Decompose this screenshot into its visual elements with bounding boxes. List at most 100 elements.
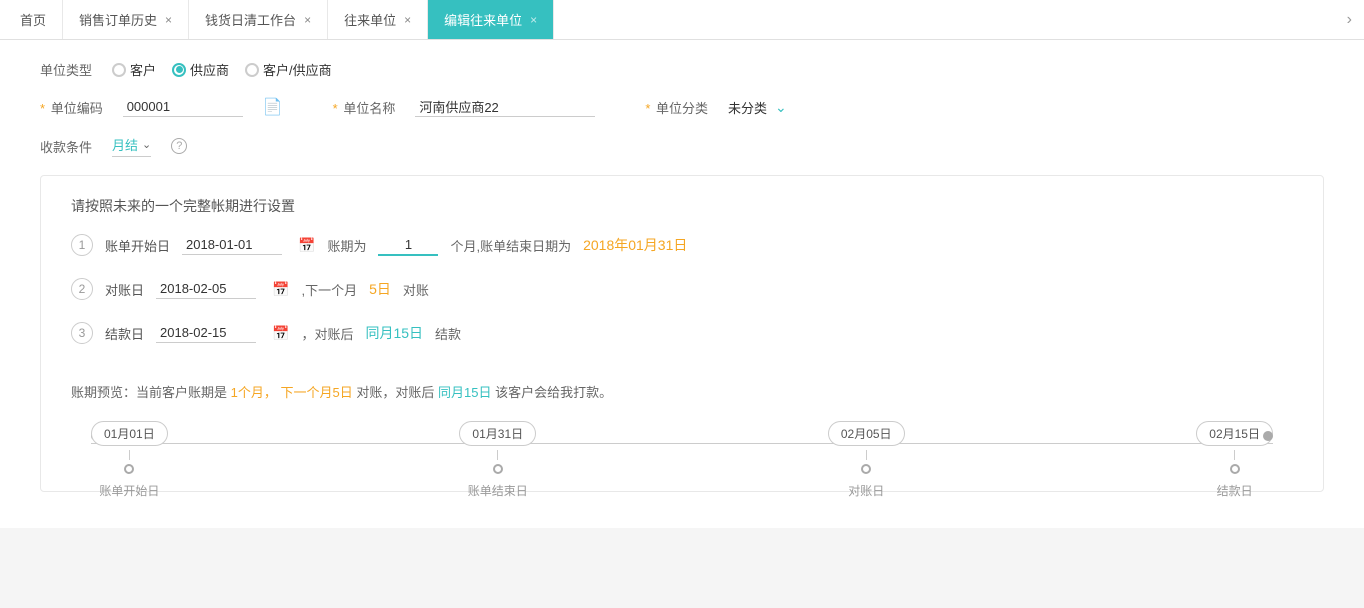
payment-cond-chevron-icon: ⌄ [142,138,151,151]
timeline-stem-2 [497,450,498,460]
timeline-label-2: 账单结束日 [468,482,528,499]
tab-partner[interactable]: 往来单位 × [328,0,428,39]
step-3-label: 结款日 [105,324,144,343]
unit-code-input[interactable] [123,97,243,117]
tab-edit-partner-close[interactable]: × [530,13,537,27]
step-1-suffix1: 账期为 [327,236,366,255]
payment-settings-section: 请按照未来的一个完整帐期进行设置 1 账单开始日 📅 账期为 个月,账单结束日期… [40,175,1324,492]
unit-name-label: * 单位名称 [333,98,396,117]
radio-both-label: 客户/供应商 [263,60,332,79]
step-2-num: 2 [71,278,93,300]
payment-help-icon[interactable]: ? [171,138,187,154]
radio-group-unit-type: 客户 供应商 客户/供应商 [112,60,332,79]
tab-cash-work-label: 钱货日清工作台 [205,10,296,29]
timeline-stem-3 [866,450,867,460]
unit-name-input[interactable] [415,97,595,117]
radio-supplier-label: 供应商 [190,60,229,79]
tab-more-button[interactable]: › [1335,0,1364,39]
unit-classify-dropdown[interactable]: 未分类 ⌄ [728,98,888,117]
timeline-node-1: 01月01日 账单开始日 [91,421,168,499]
step-3-highlight2: 同月15日 [365,323,423,343]
step-1-suffix2: 个月,账单结束日期为 [450,236,571,255]
timeline-node-2: 01月31日 账单结束日 [459,421,536,499]
unit-classify-value: 未分类 [728,98,767,117]
step-1-cal-icon[interactable]: 📅 [298,237,315,254]
tabs-bar: 首页 销售订单历史 × 钱货日清工作台 × 往来单位 × 编辑往来单位 × › [0,0,1364,40]
timeline-stem-1 [129,450,130,460]
tab-partner-close[interactable]: × [404,13,411,27]
tab-partner-label: 往来单位 [344,10,396,29]
step-3-suffix2: 结款 [435,324,461,343]
step-2-suffix2: 对账 [403,280,429,299]
tab-sales-history[interactable]: 销售订单历史 × [63,0,189,39]
preview-middle: 对账，对账后 [356,385,434,400]
unit-type-row: 单位类型 客户 供应商 客户/供应商 [40,60,1324,79]
timeline-badge-1: 01月01日 [91,421,168,446]
step-2-highlight1: 5日 [369,279,391,299]
radio-customer[interactable]: 客户 [112,60,156,79]
step-1-end-date: 2018年01月31日 [583,235,687,255]
required-star-classify: * [645,101,650,116]
tab-edit-partner-label: 编辑往来单位 [444,10,522,29]
step-2-row: 2 对账日 📅 ,下一个月 5日 对账 [71,278,1293,300]
payment-cond-row: 收款条件 月结 ⌄ ? [40,135,1324,157]
step-3-prefix: ，对账后 [301,324,353,343]
radio-customer-circle [112,63,126,77]
radio-supplier-circle [172,63,186,77]
radio-supplier[interactable]: 供应商 [172,60,229,79]
main-content: 单位类型 客户 供应商 客户/供应商 * 单位编码 📄 * 单位名称 [0,40,1364,528]
preview-text: 账期预览：当前客户账期是 1个月， 下一个月5日 对账，对账后 同月15日 该客… [71,382,1293,401]
step-2-prefix: ,下一个月 [301,280,357,299]
timeline-nodes: 01月01日 账单开始日 01月31日 账单结束日 02月05日 [91,421,1273,499]
tab-edit-partner[interactable]: 编辑往来单位 × [428,0,554,39]
timeline-right-dot [1263,431,1273,441]
step-1-date-input[interactable] [182,235,282,255]
required-star-name: * [333,101,338,116]
preview-part2: 下一个月5日 [281,385,353,400]
step-1-row: 1 账单开始日 📅 账期为 个月,账单结束日期为 2018年01月31日 [71,234,1293,256]
tab-cash-work-close[interactable]: × [304,13,311,27]
timeline-badge-2: 01月31日 [459,421,536,446]
tab-sales-history-close[interactable]: × [165,13,172,27]
unit-code-doc-icon[interactable]: 📄 [263,97,283,117]
timeline: 01月01日 账单开始日 01月31日 账单结束日 02月05日 [71,421,1293,471]
preview-prefix: 账期预览：当前客户账期是 [71,385,227,400]
radio-both-circle [245,63,259,77]
step-3-cal-icon[interactable]: 📅 [272,325,289,342]
tab-cash-work[interactable]: 钱货日清工作台 × [189,0,328,39]
step-3-date-input[interactable] [156,323,256,343]
radio-both[interactable]: 客户/供应商 [245,60,332,79]
payment-cond-label: 收款条件 [40,137,92,156]
payment-cond-value: 月结 [112,135,138,154]
unit-classify-label: * 单位分类 [645,98,708,117]
timeline-badge-4: 02月15日 [1196,421,1273,446]
required-star-code: * [40,101,45,116]
timeline-dot-1 [124,464,134,474]
radio-customer-label: 客户 [130,60,156,79]
tab-home-label: 首页 [20,10,46,29]
timeline-badge-3: 02月05日 [828,421,905,446]
preview-part3: 同月15日 [438,385,491,400]
step-1-period-input[interactable] [378,235,438,256]
step-2-label: 对账日 [105,280,144,299]
step-1-label: 账单开始日 [105,236,170,255]
step-3-row: 3 结款日 📅 ，对账后 同月15日 结款 [71,322,1293,344]
timeline-dot-3 [861,464,871,474]
payment-cond-dropdown[interactable]: 月结 ⌄ [112,135,151,157]
preview-suffix: 该客户会给我打款。 [495,385,612,400]
classify-chevron-icon: ⌄ [775,99,787,116]
step-2-cal-icon[interactable]: 📅 [272,281,289,298]
preview-part1: 1个月， [231,385,277,400]
unit-code-label: * 单位编码 [40,98,103,117]
step-2-date-input[interactable] [156,279,256,299]
timeline-stem-4 [1234,450,1235,460]
timeline-dot-4 [1230,464,1240,474]
timeline-label-3: 对账日 [848,482,884,499]
unit-info-row: * 单位编码 📄 * 单位名称 * 单位分类 未分类 ⌄ [40,97,1324,117]
unit-type-label: 单位类型 [40,60,92,79]
timeline-label-1: 账单开始日 [99,482,159,499]
timeline-node-3: 02月05日 对账日 [828,421,905,499]
timeline-node-4: 02月15日 结款日 [1196,421,1273,499]
timeline-dot-2 [493,464,503,474]
tab-home[interactable]: 首页 [0,0,63,39]
